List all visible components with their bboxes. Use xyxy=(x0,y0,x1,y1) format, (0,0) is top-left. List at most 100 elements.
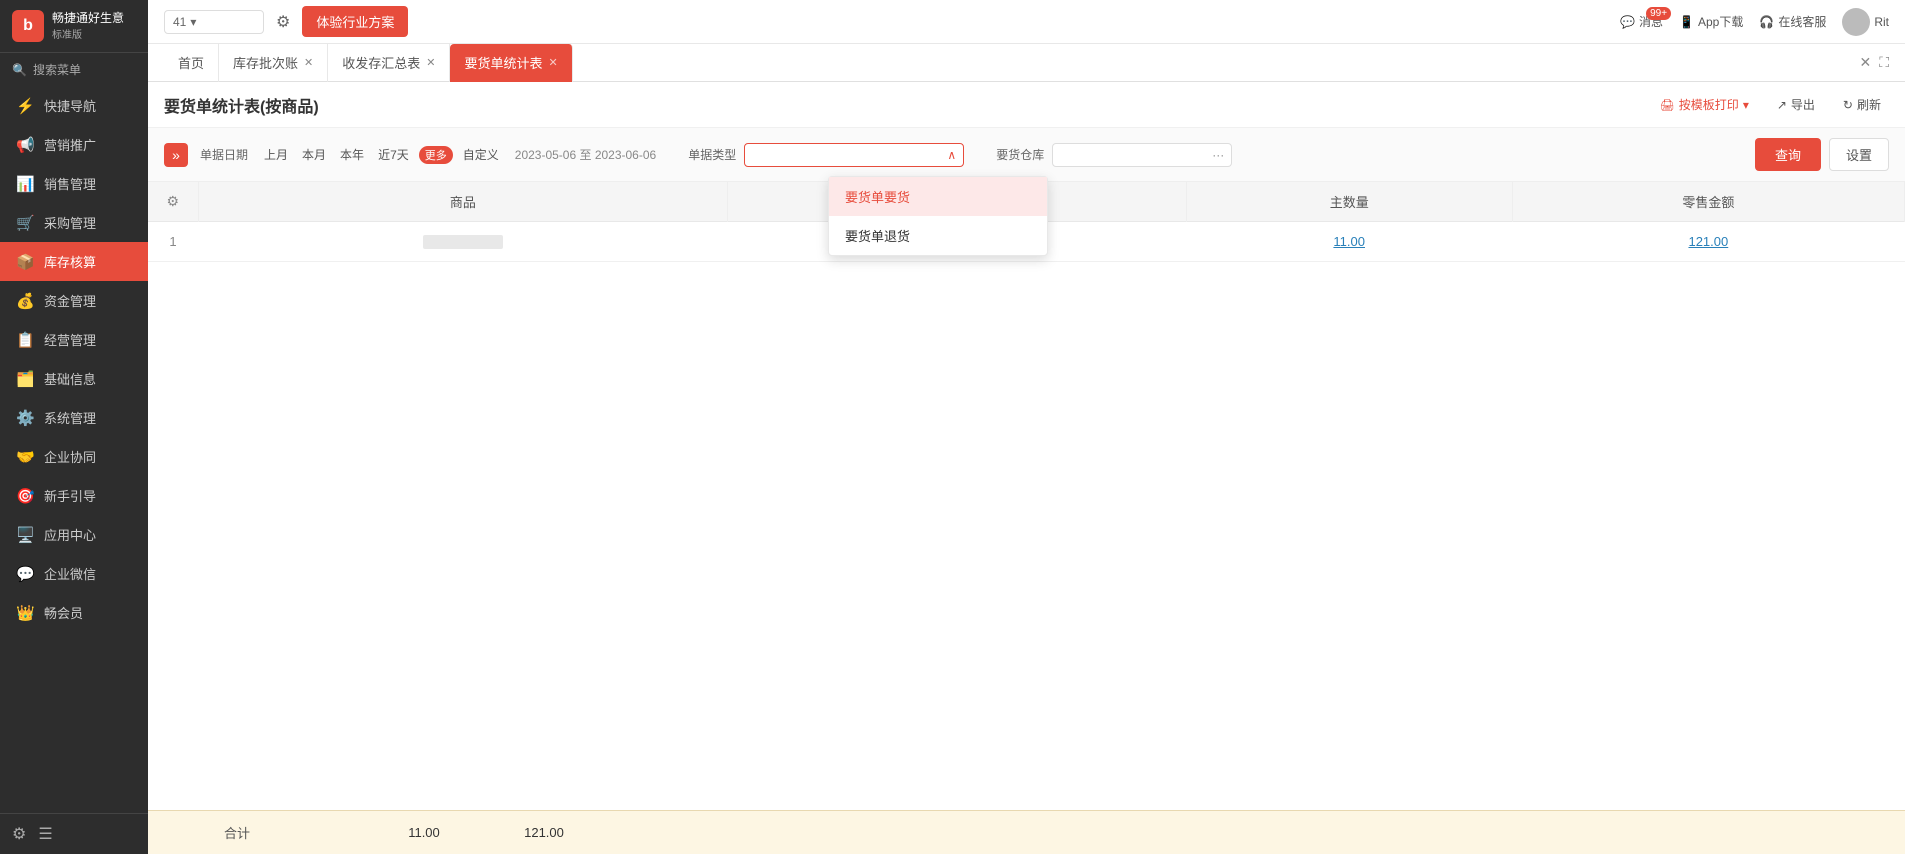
this-year-btn[interactable]: 本年 xyxy=(336,144,368,165)
sidebar-item-inventory[interactable]: 📦 库存核算 xyxy=(0,242,148,281)
close-all-tabs-icon[interactable]: ✕ xyxy=(1859,54,1871,71)
app-name: 畅捷通好生意 xyxy=(52,11,124,27)
print-label: 按模板打印 xyxy=(1679,96,1739,113)
sidebar-item-sales[interactable]: 📊 销售管理 xyxy=(0,164,148,203)
topbar: 41 ▾ ⚙ 体验行业方案 💬 消息 99+ 📱 App下载 🎧 在线客服 Ri… xyxy=(148,0,1905,44)
dropdown-item-label: 要货单要货 xyxy=(845,190,910,205)
message-item[interactable]: 💬 消息 99+ xyxy=(1620,13,1663,30)
th-quantity: 主数量 xyxy=(1186,182,1512,222)
online-service-label: 在线客服 xyxy=(1778,13,1826,30)
expand-filter-button[interactable]: » xyxy=(164,143,188,167)
topbar-right: 💬 消息 99+ 📱 App下载 🎧 在线客服 Rit xyxy=(1620,8,1889,36)
sidebar-item-finance[interactable]: 💰 资金管理 xyxy=(0,281,148,320)
warehouse-input-wrap: ··· xyxy=(1052,143,1232,167)
sidebar-item-label: 销售管理 xyxy=(44,174,96,193)
app-download-item[interactable]: 📱 App下载 xyxy=(1679,13,1743,30)
trial-button[interactable]: 体验行业方案 xyxy=(302,6,408,37)
footer-quantity: 11.00 xyxy=(364,825,484,840)
close-tab-receive-summary[interactable]: ✕ xyxy=(426,56,435,69)
type-input[interactable] xyxy=(744,143,964,167)
sidebar-item-label: 企业协同 xyxy=(44,447,96,466)
amount-cell[interactable]: 121.00 xyxy=(1512,222,1904,262)
settings-col-icon: ⚙ xyxy=(166,193,179,209)
dropdown-item-order-goods[interactable]: 要货单要货 xyxy=(829,177,1047,216)
topbar-gear-icon[interactable]: ⚙ xyxy=(276,12,290,32)
sidebar-nav: ⚡ 快捷导航 📢 营销推广 📊 销售管理 🛒 采购管理 📦 库存核算 💰 资金管… xyxy=(0,86,148,813)
tab-inventory-batch[interactable]: 库存批次账 ✕ xyxy=(219,44,328,82)
sidebar-item-basic-info[interactable]: 🗂️ 基础信息 xyxy=(0,359,148,398)
app-logo: b 畅捷通好生意 标准版 xyxy=(0,0,148,53)
close-tab-order-stats[interactable]: ✕ xyxy=(549,56,558,69)
maximize-icon[interactable]: ⛶ xyxy=(1879,54,1889,71)
filter-settings-button[interactable]: 设置 xyxy=(1829,138,1889,171)
print-icon: 🖨 xyxy=(1660,98,1675,112)
tab-order-stats[interactable]: 要货单统计表 ✕ xyxy=(450,44,572,82)
this-month-btn[interactable]: 本月 xyxy=(298,144,330,165)
print-button[interactable]: 🖨 按模板打印 ▾ xyxy=(1652,92,1757,117)
refresh-label: 刷新 xyxy=(1857,96,1881,113)
last-month-btn[interactable]: 上月 xyxy=(260,144,292,165)
system-icon: ⚙️ xyxy=(16,409,34,427)
more-dates-btn[interactable]: 更多 xyxy=(419,146,453,164)
sidebar-item-purchase[interactable]: 🛒 采购管理 xyxy=(0,203,148,242)
sidebar-item-quick-nav[interactable]: ⚡ 快捷导航 xyxy=(0,86,148,125)
sidebar-item-operations[interactable]: 📋 经营管理 xyxy=(0,320,148,359)
footer-amount-value: 121.00 xyxy=(524,825,564,840)
tab-home[interactable]: 首页 xyxy=(164,44,219,82)
page-header: 要货单统计表(按商品) 🖨 按模板打印 ▾ ↗ 导出 ↻ 刷新 xyxy=(148,82,1905,128)
company-selector[interactable]: 41 ▾ xyxy=(164,10,264,34)
export-label: 导出 xyxy=(1791,96,1815,113)
quick-nav-icon: ⚡ xyxy=(16,97,34,115)
export-icon: ↗ xyxy=(1777,98,1787,112)
online-service-item[interactable]: 🎧 在线客服 xyxy=(1759,13,1826,30)
sidebar-item-marketing[interactable]: 📢 营销推广 xyxy=(0,125,148,164)
marketing-icon: 📢 xyxy=(16,136,34,154)
quantity-cell[interactable]: 11.00 xyxy=(1186,222,1512,262)
type-dropdown-menu: 要货单要货 要货单退货 xyxy=(828,176,1048,256)
expand-icon: » xyxy=(172,147,180,163)
avatar xyxy=(1842,8,1870,36)
search-menu[interactable]: 🔍 搜索菜单 xyxy=(0,53,148,86)
query-button[interactable]: 查询 xyxy=(1755,138,1821,171)
product-cell xyxy=(198,222,728,262)
date-label: 单据日期 xyxy=(200,146,248,163)
vip-icon: 👑 xyxy=(16,604,34,622)
sidebar-item-label: 企业微信 xyxy=(44,564,96,583)
sidebar-item-label: 资金管理 xyxy=(44,291,96,310)
sidebar-item-label: 采购管理 xyxy=(44,213,96,232)
page-actions: 🖨 按模板打印 ▾ ↗ 导出 ↻ 刷新 xyxy=(1652,92,1889,117)
user-avatar-item[interactable]: Rit xyxy=(1842,8,1889,36)
sidebar-item-system[interactable]: ⚙️ 系统管理 xyxy=(0,398,148,437)
basic-info-icon: 🗂️ xyxy=(16,370,34,388)
custom-date-btn[interactable]: 自定义 xyxy=(459,144,503,165)
type-filter-section: 单据类型 ∧ xyxy=(688,143,964,167)
date-shortcuts: 上月 本月 本年 近7天 更多 自定义 xyxy=(260,144,503,165)
tabs-actions: ✕ ⛶ xyxy=(1859,54,1889,71)
sidebar-item-label: 应用中心 xyxy=(44,525,96,544)
type-input-wrap: ∧ xyxy=(744,143,964,167)
footer-quantity-value: 11.00 xyxy=(408,825,440,840)
download-icon: 📱 xyxy=(1679,15,1694,29)
sidebar-item-enterprise[interactable]: 🤝 企业协同 xyxy=(0,437,148,476)
last-7-days-btn[interactable]: 近7天 xyxy=(374,144,413,165)
sales-icon: 📊 xyxy=(16,175,34,193)
sidebar-bottom: ⚙ ☰ xyxy=(0,813,148,854)
filter-bar: » 单据日期 上月 本月 本年 近7天 更多 自定义 2023-05-06 至 … xyxy=(148,128,1905,182)
tab-order-stats-label: 要货单统计表 xyxy=(464,53,542,72)
message-badge: 99+ xyxy=(1646,7,1671,20)
th-product: 商品 xyxy=(198,182,728,222)
warehouse-input[interactable] xyxy=(1052,143,1232,167)
refresh-button[interactable]: ↻ 刷新 xyxy=(1835,92,1889,117)
th-settings[interactable]: ⚙ xyxy=(148,182,198,222)
close-tab-inventory-batch[interactable]: ✕ xyxy=(304,56,313,69)
finance-icon: 💰 xyxy=(16,292,34,310)
tab-receive-summary[interactable]: 收发存汇总表 ✕ xyxy=(328,44,450,82)
export-button[interactable]: ↗ 导出 xyxy=(1769,92,1823,117)
settings-icon[interactable]: ⚙ xyxy=(12,824,26,844)
sidebar-item-vip[interactable]: 👑 畅会员 xyxy=(0,593,148,632)
sidebar-item-wechat[interactable]: 💬 企业微信 xyxy=(0,554,148,593)
sidebar-item-guide[interactable]: 🎯 新手引导 xyxy=(0,476,148,515)
menu-toggle-icon[interactable]: ☰ xyxy=(38,824,52,844)
dropdown-item-order-return[interactable]: 要货单退货 xyxy=(829,216,1047,255)
sidebar-item-app-center[interactable]: 🖥️ 应用中心 xyxy=(0,515,148,554)
